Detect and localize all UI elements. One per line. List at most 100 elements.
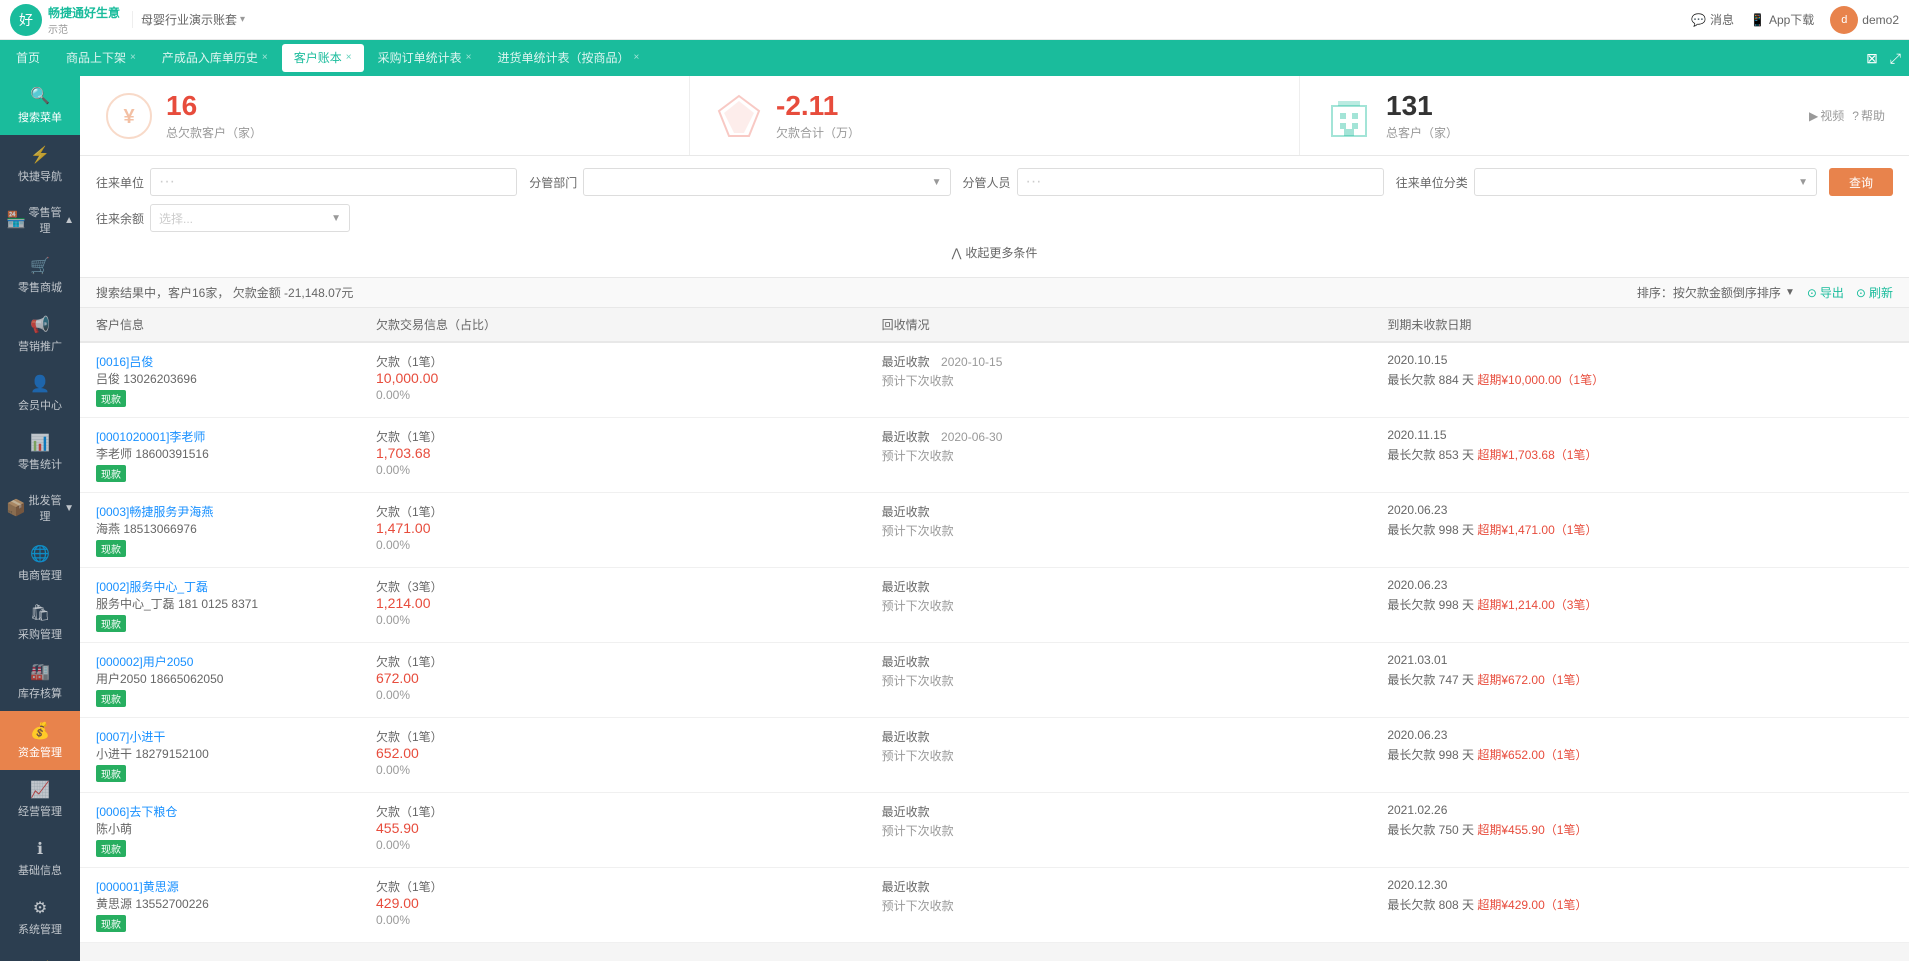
- retail-stats-icon: 📊: [30, 433, 50, 453]
- customer-code[interactable]: [000002]用户2050: [96, 653, 376, 670]
- sidebar-item-enterprise-collab[interactable]: 🤝 企业协同: [0, 947, 80, 961]
- max-overdue-days: 最长欠款 998 天: [1387, 598, 1477, 612]
- debt-amount[interactable]: 10,000.00: [376, 370, 882, 386]
- sidebar-item-quick-nav[interactable]: ⚡ 快捷导航: [0, 135, 80, 194]
- sidebar-item-basic-info[interactable]: ℹ 基础信息: [0, 829, 80, 888]
- help-btn[interactable]: ? 帮助: [1852, 107, 1885, 124]
- tab-product-offshelf[interactable]: 商品上下架 ×: [54, 44, 148, 72]
- sidebar-item-search-menu[interactable]: 🔍 搜索菜单: [0, 76, 80, 135]
- sidebar-item-label: 资金管理: [18, 744, 62, 760]
- customer-code[interactable]: [0006]去下粮仓: [96, 803, 376, 820]
- debt-amount[interactable]: 429.00: [376, 895, 882, 911]
- sidebar-item-batch-mgmt[interactable]: 📦 批发管理 ▼: [0, 482, 80, 534]
- tab-purchase-order-stats[interactable]: 采购订单统计表 ×: [366, 44, 484, 72]
- search-button[interactable]: 查询: [1829, 168, 1893, 196]
- sidebar-item-capital[interactable]: 💰 资金管理: [0, 711, 80, 770]
- sidebar-item-system[interactable]: ⚙ 系统管理: [0, 888, 80, 947]
- result-text: 搜索结果中，客户16家: [96, 286, 217, 300]
- message-btn[interactable]: 💬 消息: [1691, 11, 1734, 28]
- overdue-link[interactable]: 超期¥652.00（1笔）: [1477, 748, 1587, 762]
- latest-collect-date: 2020-06-30: [941, 430, 1002, 444]
- sidebar-item-operations[interactable]: 📈 经营管理: [0, 770, 80, 829]
- debt-count: 欠款（1笔）: [376, 503, 882, 520]
- sidebar-item-retail-mgmt[interactable]: 🏪 零售管理 ▲: [0, 194, 80, 246]
- debt-amount[interactable]: 672.00: [376, 670, 882, 686]
- customer-tag: 现款: [96, 765, 126, 782]
- collapse-btn[interactable]: ⋀ 收起更多条件: [96, 240, 1893, 265]
- sidebar-item-warehouse[interactable]: 🏭 库存核算: [0, 652, 80, 711]
- tab-close-icon[interactable]: ×: [262, 44, 268, 72]
- dept-select-wrap[interactable]: ▼: [583, 168, 950, 196]
- sidebar-item-marketing[interactable]: 📢 营销推广: [0, 305, 80, 364]
- customer-tag: 现款: [96, 615, 126, 632]
- debt-amount[interactable]: 652.00: [376, 745, 882, 761]
- customer-code[interactable]: [0001020001]李老师: [96, 428, 376, 445]
- video-btn[interactable]: ▶ 视频: [1809, 107, 1844, 124]
- source-unit-dots: ···: [159, 173, 175, 191]
- refresh-btn[interactable]: ⊙ 刷新: [1856, 284, 1893, 301]
- overdue-cell-3: 2020.06.23 最长欠款 998 天 超期¥1,214.00（3笔）: [1387, 578, 1893, 613]
- debt-amount[interactable]: 1,471.00: [376, 520, 882, 536]
- tab-close-icon[interactable]: ×: [633, 44, 639, 72]
- debt-amount[interactable]: 1,703.68: [376, 445, 882, 461]
- customer-code[interactable]: [0007]小进干: [96, 728, 376, 745]
- total-customers-value: 131: [1386, 90, 1458, 122]
- overdue-detail: 最长欠款 998 天 超期¥1,214.00（3笔）: [1387, 596, 1893, 613]
- avatar: d: [1830, 6, 1858, 34]
- category-select-wrap[interactable]: ▼: [1474, 168, 1817, 196]
- sidebar-item-ecommerce[interactable]: 🌐 电商管理: [0, 534, 80, 593]
- sidebar-item-purchase-mgmt[interactable]: 🛍 采购管理: [0, 593, 80, 652]
- diamond-svg: [714, 91, 764, 141]
- user-profile[interactable]: d demo2: [1830, 6, 1899, 34]
- tab-produce-history-label: 产成品入库单历史: [162, 44, 258, 72]
- latest-collect-label: 最近收款: [882, 655, 930, 669]
- tab-product-offshelf-label: 商品上下架: [66, 44, 126, 72]
- sidebar-item-member-center[interactable]: 👤 会员中心: [0, 364, 80, 423]
- overdue-link[interactable]: 超期¥429.00（1笔）: [1477, 898, 1587, 912]
- sidebar-item-retail-mall[interactable]: 🛒 零售商城: [0, 246, 80, 305]
- overdue-link[interactable]: 超期¥1,471.00（1笔）: [1477, 523, 1597, 537]
- debt-amount[interactable]: 1,214.00: [376, 595, 882, 611]
- overdue-link[interactable]: 超期¥672.00（1笔）: [1477, 673, 1587, 687]
- debt-total-label: 欠款合计（万）: [776, 124, 860, 141]
- overdue-cell-5: 2020.06.23 最长欠款 998 天 超期¥652.00（1笔）: [1387, 728, 1893, 763]
- tab-customer-account[interactable]: 客户账本 ×: [282, 44, 364, 72]
- debt-ratio: 0.00%: [376, 613, 882, 627]
- customer-code[interactable]: [0002]服务中心_丁磊: [96, 578, 376, 595]
- debt-cell-6: 欠款（1笔） 455.90 0.00%: [376, 803, 882, 852]
- overdue-link[interactable]: 超期¥1,703.68（1笔）: [1477, 448, 1597, 462]
- overdue-detail: 最长欠款 884 天 超期¥10,000.00（1笔）: [1387, 371, 1893, 388]
- tab-close-icon[interactable]: ×: [466, 44, 472, 72]
- tab-produce-history[interactable]: 产成品入库单历史 ×: [150, 44, 280, 72]
- export-btn[interactable]: ⊙ 导出: [1807, 284, 1844, 301]
- overdue-cell-7: 2020.12.30 最长欠款 808 天 超期¥429.00（1笔）: [1387, 878, 1893, 913]
- nav-restore-btn[interactable]: ⊠: [1862, 50, 1882, 67]
- overdue-link[interactable]: 超期¥10,000.00（1笔）: [1477, 373, 1604, 387]
- customer-name: 李老师 18600391516: [96, 445, 376, 462]
- app-download-btn[interactable]: 📱 App下载: [1750, 11, 1814, 28]
- overdue-link[interactable]: 超期¥1,214.00（3笔）: [1477, 598, 1597, 612]
- customer-code[interactable]: [000001]黄思源: [96, 878, 376, 895]
- person-input-wrap[interactable]: ···: [1017, 168, 1384, 196]
- industry-selector[interactable]: 母婴行业演示账套 ▾: [132, 11, 245, 28]
- nav-maximize-btn[interactable]: ⤢: [1886, 50, 1905, 67]
- debt-amount[interactable]: 455.90: [376, 820, 882, 836]
- chevron-down-icon: ▼: [64, 503, 74, 514]
- customer-code[interactable]: [0003]畅捷服务尹海燕: [96, 503, 376, 520]
- tab-close-icon[interactable]: ×: [130, 44, 136, 72]
- overdue-detail: 最长欠款 853 天 超期¥1,703.68（1笔）: [1387, 446, 1893, 463]
- tab-close-icon[interactable]: ×: [346, 44, 352, 72]
- col-debt-info: 欠款交易信息（占比）: [376, 316, 882, 333]
- collect-next: 预计下次收款: [882, 747, 1388, 764]
- tab-purchase-stats[interactable]: 进货单统计表（按商品） ×: [485, 44, 651, 72]
- tab-home[interactable]: 首页: [4, 44, 52, 72]
- customer-code[interactable]: [0016]吕俊: [96, 353, 376, 370]
- overdue-link[interactable]: 超期¥455.90（1笔）: [1477, 823, 1587, 837]
- balance-select-wrap[interactable]: 选择... ▼: [150, 204, 350, 232]
- debt-cell-5: 欠款（1笔） 652.00 0.00%: [376, 728, 882, 777]
- table-body: [0016]吕俊 吕俊 13026203696 现款 欠款（1笔） 10,000…: [80, 343, 1909, 943]
- sidebar-item-retail-stats[interactable]: 📊 零售统计: [0, 423, 80, 482]
- source-unit-input-wrap[interactable]: ···: [150, 168, 517, 196]
- tab-customer-account-label: 客户账本: [294, 44, 342, 72]
- sort-selector[interactable]: 排序：按欠款金额倒序排序 ▼: [1637, 284, 1795, 301]
